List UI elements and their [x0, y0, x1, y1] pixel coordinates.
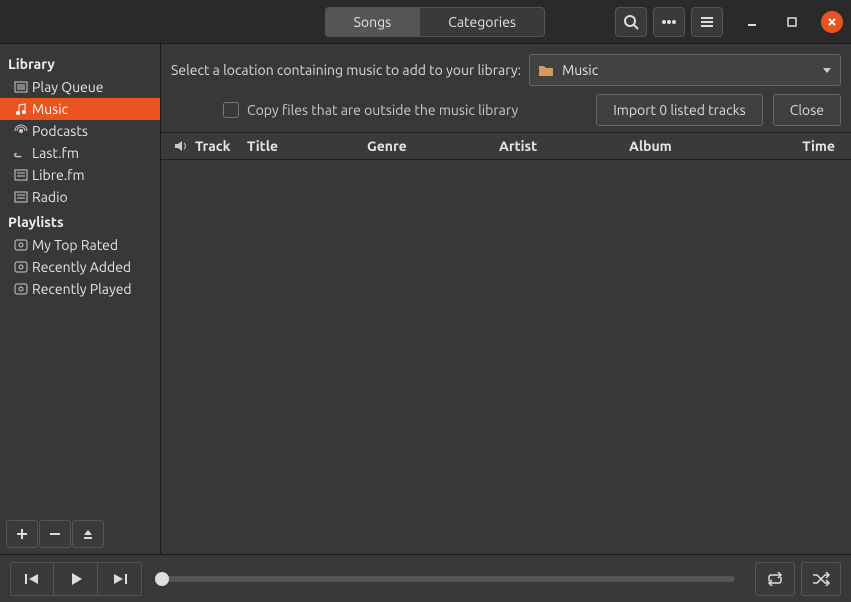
menu-button[interactable]	[691, 7, 723, 37]
playbar	[0, 554, 851, 602]
location-dropdown[interactable]: Music	[529, 54, 841, 86]
close-button[interactable]: Close	[773, 94, 841, 126]
sidebar-item-music[interactable]: Music	[0, 98, 160, 120]
minimize-icon	[746, 16, 758, 28]
playlist-icon	[14, 260, 28, 274]
plus-icon	[16, 528, 28, 540]
play-button[interactable]	[54, 562, 98, 596]
repeat-icon	[766, 572, 784, 586]
sidebar-item-label: Radio	[32, 189, 68, 205]
column-title[interactable]: Title	[247, 138, 367, 154]
sidebar-item-label: Recently Played	[32, 281, 132, 297]
location-value: Music	[562, 62, 598, 78]
view-switcher: Songs Categories	[325, 7, 545, 37]
sidebar-item-top-rated[interactable]: My Top Rated	[0, 234, 160, 256]
sidebar-item-label: Play Queue	[32, 79, 104, 95]
sidebar-item-recently-added[interactable]: Recently Added	[0, 256, 160, 278]
minus-icon	[49, 528, 61, 540]
actions-row: Copy files that are outside the music li…	[171, 94, 841, 126]
column-genre[interactable]: Genre	[367, 138, 499, 154]
more-icon	[661, 14, 677, 30]
playback-controls	[10, 562, 142, 596]
location-row: Select a location containing music to ad…	[171, 54, 841, 86]
eject-button[interactable]	[72, 520, 104, 548]
main-split: Library Play Queue Music Podcasts ᓚ Last…	[0, 44, 851, 554]
sidebar-item-label: Libre.fm	[32, 167, 85, 183]
nav: Library Play Queue Music Podcasts ᓚ Last…	[0, 44, 160, 514]
tab-categories[interactable]: Categories	[420, 8, 544, 36]
sidebar-item-label: Podcasts	[32, 123, 88, 139]
playlist-icon	[14, 238, 28, 252]
sidebar-item-recently-played[interactable]: Recently Played	[0, 278, 160, 300]
sidebar-item-radio[interactable]: Radio	[0, 186, 160, 208]
previous-button[interactable]	[10, 562, 54, 596]
library-header: Library	[0, 50, 160, 76]
import-panel: Select a location containing music to ad…	[161, 44, 851, 132]
lastfm-icon: ᓚ	[14, 146, 28, 160]
column-volume[interactable]	[167, 139, 195, 153]
remove-playlist-button[interactable]	[39, 520, 71, 548]
sidebar-item-label: My Top Rated	[32, 237, 118, 253]
tab-songs[interactable]: Songs	[326, 8, 421, 36]
add-playlist-button[interactable]	[6, 520, 38, 548]
next-icon	[112, 572, 128, 586]
titlebar: Songs Categories	[0, 0, 851, 44]
copy-files-checkbox[interactable]	[223, 102, 239, 118]
sidebar-item-lastfm[interactable]: ᓚ Last.fm	[0, 142, 160, 164]
playlists-header: Playlists	[0, 208, 160, 234]
sidebar-item-librefm[interactable]: Libre.fm	[0, 164, 160, 186]
repeat-button[interactable]	[755, 562, 795, 596]
radio-icon	[14, 190, 28, 204]
sidebar-item-label: Recently Added	[32, 259, 131, 275]
close-icon	[826, 16, 838, 28]
shuffle-button[interactable]	[801, 562, 841, 596]
window-maximize-button[interactable]	[781, 11, 803, 33]
progress-slider[interactable]	[162, 576, 735, 582]
search-icon	[623, 14, 639, 30]
sidebar: Library Play Queue Music Podcasts ᓚ Last…	[0, 44, 161, 554]
maximize-icon	[786, 16, 798, 28]
music-icon	[14, 102, 28, 116]
eject-icon	[82, 528, 94, 540]
shuffle-icon	[812, 572, 830, 586]
sidebar-item-podcasts[interactable]: Podcasts	[0, 120, 160, 142]
sidebar-item-label: Music	[32, 101, 68, 117]
playlist-icon	[14, 282, 28, 296]
folder-icon	[538, 63, 554, 77]
librefm-icon	[14, 168, 28, 182]
column-artist[interactable]: Artist	[499, 138, 629, 154]
sidebar-actions	[0, 514, 160, 554]
window-minimize-button[interactable]	[741, 11, 763, 33]
podcast-icon	[14, 124, 28, 138]
list-icon	[14, 80, 28, 94]
more-button[interactable]	[653, 7, 685, 37]
sidebar-item-label: Last.fm	[32, 145, 79, 161]
column-track[interactable]: Track	[195, 138, 247, 154]
content: Select a location containing music to ad…	[161, 44, 851, 554]
copy-files-label: Copy files that are outside the music li…	[247, 102, 518, 118]
caret-down-icon	[822, 65, 832, 75]
next-button[interactable]	[98, 562, 142, 596]
track-list	[161, 160, 851, 554]
column-album[interactable]: Album	[629, 138, 777, 154]
svg-text:ᓚ: ᓚ	[14, 149, 22, 159]
import-button[interactable]: Import 0 listed tracks	[596, 94, 763, 126]
progress-knob[interactable]	[155, 572, 169, 586]
play-icon	[69, 572, 83, 586]
sidebar-item-play-queue[interactable]: Play Queue	[0, 76, 160, 98]
column-time[interactable]: Time	[777, 138, 845, 154]
table-header: Track Title Genre Artist Album Time	[161, 132, 851, 160]
window-close-button[interactable]	[821, 11, 843, 33]
location-prompt: Select a location containing music to ad…	[171, 62, 521, 78]
speaker-icon	[174, 139, 188, 153]
previous-icon	[24, 572, 40, 586]
hamburger-icon	[699, 14, 715, 30]
playbar-right	[755, 562, 841, 596]
search-button[interactable]	[615, 7, 647, 37]
